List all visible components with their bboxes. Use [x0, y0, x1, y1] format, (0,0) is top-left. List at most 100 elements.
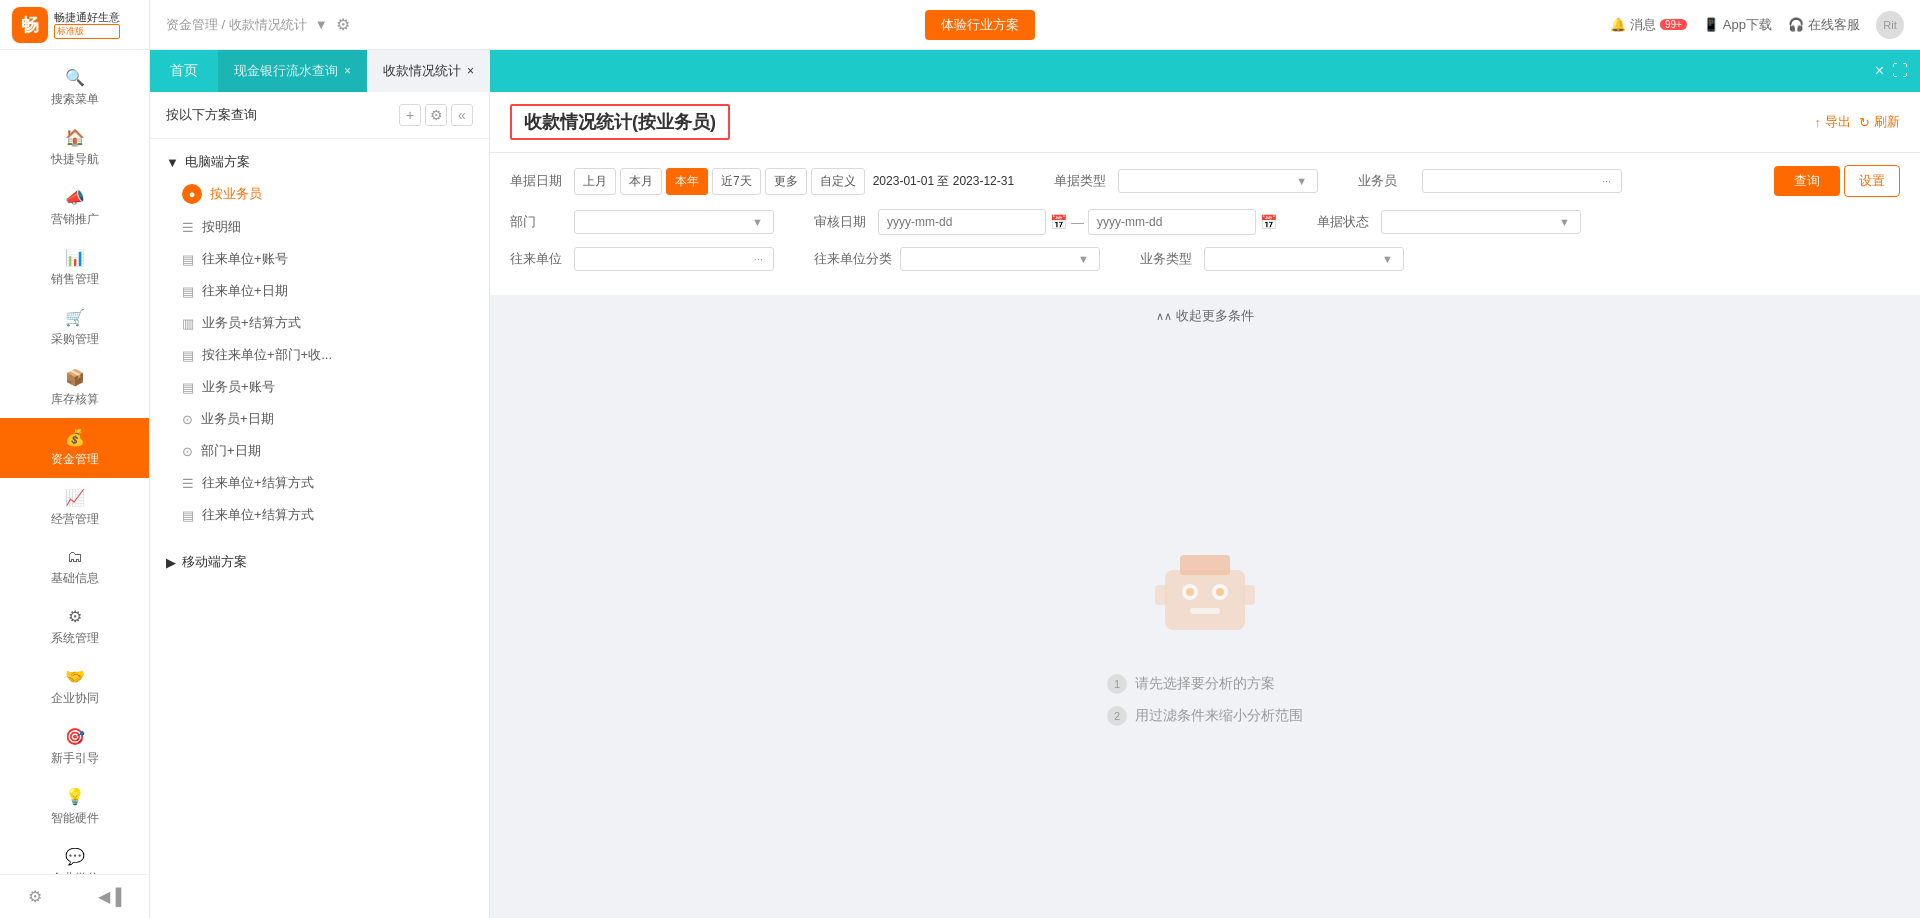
mobile-section-toggle[interactable]: ▶ 移动端方案 — [150, 547, 489, 577]
messages-btn[interactable]: 🔔 消息 99+ — [1610, 16, 1687, 34]
sidebar-item-search[interactable]: 🔍 搜索菜单 — [0, 58, 149, 118]
online-service-btn[interactable]: 🎧 在线客服 — [1788, 16, 1860, 34]
sidebar-item-wechat[interactable]: 💬 企业微信 — [0, 837, 149, 874]
scheme-item-salesperson-date-label: 业务员+日期 — [201, 410, 274, 428]
sidebar-collapse-btn[interactable]: ◀▐ — [98, 887, 121, 906]
sidebar-item-inventory[interactable]: 📦 库存核算 — [0, 358, 149, 418]
date-this-year-btn[interactable]: 本年 — [666, 168, 708, 195]
sidebar-item-inventory-label: 库存核算 — [51, 391, 99, 408]
sidebar-item-quicknav[interactable]: 🏠 快捷导航 — [0, 118, 149, 178]
sidebar-item-system[interactable]: ⚙ 系统管理 — [0, 597, 149, 657]
review-date-end-cal-icon[interactable]: 📅 — [1260, 214, 1277, 230]
sidebar-item-purchase[interactable]: 🛒 采购管理 — [0, 298, 149, 358]
filter-row-3: 往来单位 ··· 往来单位分类 ▼ — [510, 247, 1900, 271]
scheme-item-by-salesperson[interactable]: ● 按业务员 — [150, 177, 489, 211]
scheme-add-btn[interactable]: + — [399, 104, 421, 126]
section-arrow-icon: ▼ — [166, 155, 179, 170]
date-this-month-btn[interactable]: 本月 — [620, 168, 662, 195]
empty-step-1: 1 请先选择要分析的方案 — [1107, 674, 1303, 694]
dept-select[interactable]: ▼ — [574, 210, 774, 234]
scheme-collapse-btn[interactable]: « — [451, 104, 473, 126]
desktop-scheme-section: ▼ 电脑端方案 ● 按业务员 ☰ 按明细 ▤ 往来单位+账号 — [150, 139, 489, 539]
review-date-start-input[interactable] — [878, 209, 1046, 235]
desktop-section-label: 电脑端方案 — [185, 153, 250, 171]
date-custom-btn[interactable]: 自定义 — [811, 168, 865, 195]
tab-receivables-close[interactable]: × — [467, 64, 474, 78]
tab-expand-btn[interactable]: ⛶ — [1892, 62, 1908, 80]
counterpart-select[interactable]: ··· — [574, 247, 774, 271]
tab-home[interactable]: 首页 — [150, 50, 218, 92]
sidebar-item-sales-label: 销售管理 — [51, 271, 99, 288]
filter-setting-btn[interactable]: 设置 — [1844, 165, 1900, 197]
tab-cash-flow-close[interactable]: × — [344, 64, 351, 78]
date-last-month-btn[interactable]: 上月 — [574, 168, 616, 195]
guide-icon: 🎯 — [65, 727, 85, 746]
sidebar-item-hardware[interactable]: 💡 智能硬件 — [0, 777, 149, 837]
marketing-icon: 📣 — [65, 188, 85, 207]
scheme-item-salesperson-settlement[interactable]: ▥ 业务员+结算方式 — [150, 307, 489, 339]
scheme-item-counterpart-settlement2[interactable]: ▤ 往来单位+结算方式 — [150, 499, 489, 531]
tab-receivables[interactable]: 收款情况统计 × — [367, 50, 490, 92]
scheme-item-by-detail[interactable]: ☰ 按明细 — [150, 211, 489, 243]
date-more-btn[interactable]: 更多 — [765, 168, 807, 195]
empty-state: 1 请先选择要分析的方案 2 用过滤条件来缩小分析范围 — [490, 337, 1920, 918]
scheme-item-counterpart-dept-label: 按往来单位+部门+收... — [202, 346, 332, 364]
sidebar-item-basic-info-label: 基础信息 — [51, 570, 99, 587]
export-btn[interactable]: ↑ 导出 — [1815, 113, 1852, 131]
collapse-more-btn[interactable]: ∧∧ 收起更多条件 — [1156, 307, 1254, 325]
scheme-actions: + ⚙ « — [399, 104, 473, 126]
date-range-display: 2023-01-01 至 2023-12-31 — [873, 173, 1014, 190]
scheme-item-counterpart-settlement1[interactable]: ☰ 往来单位+结算方式 — [150, 467, 489, 499]
svg-rect-6 — [1190, 608, 1220, 614]
scheme-item-counterpart-account[interactable]: ▤ 往来单位+账号 — [150, 243, 489, 275]
counterpart-settlement2-icon: ▤ — [182, 508, 194, 523]
voucher-status-select[interactable]: ▼ — [1381, 210, 1581, 234]
gear-icon[interactable]: ⚙ — [336, 15, 350, 34]
dept-filter-item: 部门 ▼ — [510, 210, 774, 234]
sidebar-item-basic-info[interactable]: 🗂 基础信息 — [0, 538, 149, 597]
salesperson-date-icon: ⊙ — [182, 412, 193, 427]
review-date-end-input[interactable] — [1088, 209, 1256, 235]
page-actions: ↑ 导出 ↻ 刷新 — [1815, 113, 1901, 131]
scheme-settings-btn[interactable]: ⚙ — [425, 104, 447, 126]
date-7days-btn[interactable]: 近7天 — [712, 168, 761, 195]
scheme-item-counterpart-dept[interactable]: ▤ 按往来单位+部门+收... — [150, 339, 489, 371]
counterpart-label: 往来单位 — [510, 250, 566, 268]
desktop-section-toggle[interactable]: ▼ 电脑端方案 — [150, 147, 489, 177]
business-type-select[interactable]: ▼ — [1204, 247, 1404, 271]
counterpart-dropdown-icon: ··· — [754, 253, 763, 265]
sidebar-item-operations[interactable]: 📈 经营管理 — [0, 478, 149, 538]
user-avatar[interactable]: Rit — [1876, 11, 1904, 39]
sidebar-item-sales[interactable]: 📊 销售管理 — [0, 238, 149, 298]
scheme-item-counterpart-date[interactable]: ▤ 往来单位+日期 — [150, 275, 489, 307]
page-area: 按以下方案查询 + ⚙ « ▼ 电脑端方案 ● 按业务员 — [150, 92, 1920, 918]
sidebar-item-guide[interactable]: 🎯 新手引导 — [0, 717, 149, 777]
purchase-icon: 🛒 — [65, 308, 85, 327]
salesperson-select[interactable]: ··· — [1422, 169, 1622, 193]
refresh-btn[interactable]: ↻ 刷新 — [1859, 113, 1900, 131]
voucher-type-select[interactable]: ▼ — [1118, 169, 1318, 193]
sidebar-item-guide-label: 新手引导 — [51, 750, 99, 767]
review-date-start-cal-icon[interactable]: 📅 — [1050, 214, 1067, 230]
tab-cash-flow[interactable]: 现金银行流水查询 × — [218, 50, 367, 92]
mobile-section-arrow-icon: ▶ — [166, 555, 176, 570]
scheme-item-salesperson-date[interactable]: ⊙ 业务员+日期 — [150, 403, 489, 435]
breadcrumb-dropdown-icon[interactable]: ▼ — [315, 17, 328, 32]
scheme-item-dept-date[interactable]: ⊙ 部门+日期 — [150, 435, 489, 467]
review-date-filter-item: 审核日期 📅 — 📅 — [814, 209, 1277, 235]
try-industry-btn[interactable]: 体验行业方案 — [925, 10, 1035, 40]
empty-illustration — [1145, 530, 1265, 650]
sidebar-item-collab[interactable]: 🤝 企业协同 — [0, 657, 149, 717]
sidebar-settings-btn[interactable]: ⚙ — [28, 887, 42, 906]
app-download-btn[interactable]: 📱 App下载 — [1703, 16, 1772, 34]
counterpart-category-select[interactable]: ▼ — [900, 247, 1100, 271]
query-btn[interactable]: 查询 — [1774, 166, 1840, 196]
sidebar-item-finance[interactable]: 💰 资金管理 — [0, 418, 149, 478]
sidebar-item-marketing[interactable]: 📣 营销推广 — [0, 178, 149, 238]
sidebar-nav: 🔍 搜索菜单 🏠 快捷导航 📣 营销推广 📊 销售管理 🛒 采购管理 📦 — [0, 50, 149, 874]
tab-close-all-btn[interactable]: × — [1875, 62, 1884, 80]
scheme-item-salesperson-account[interactable]: ▤ 业务员+账号 — [150, 371, 489, 403]
header-left: 资金管理 / 收款情况统计 ▼ ⚙ — [166, 15, 350, 34]
svg-point-4 — [1186, 588, 1194, 596]
tab-bar-right: × ⛶ — [1875, 62, 1920, 80]
